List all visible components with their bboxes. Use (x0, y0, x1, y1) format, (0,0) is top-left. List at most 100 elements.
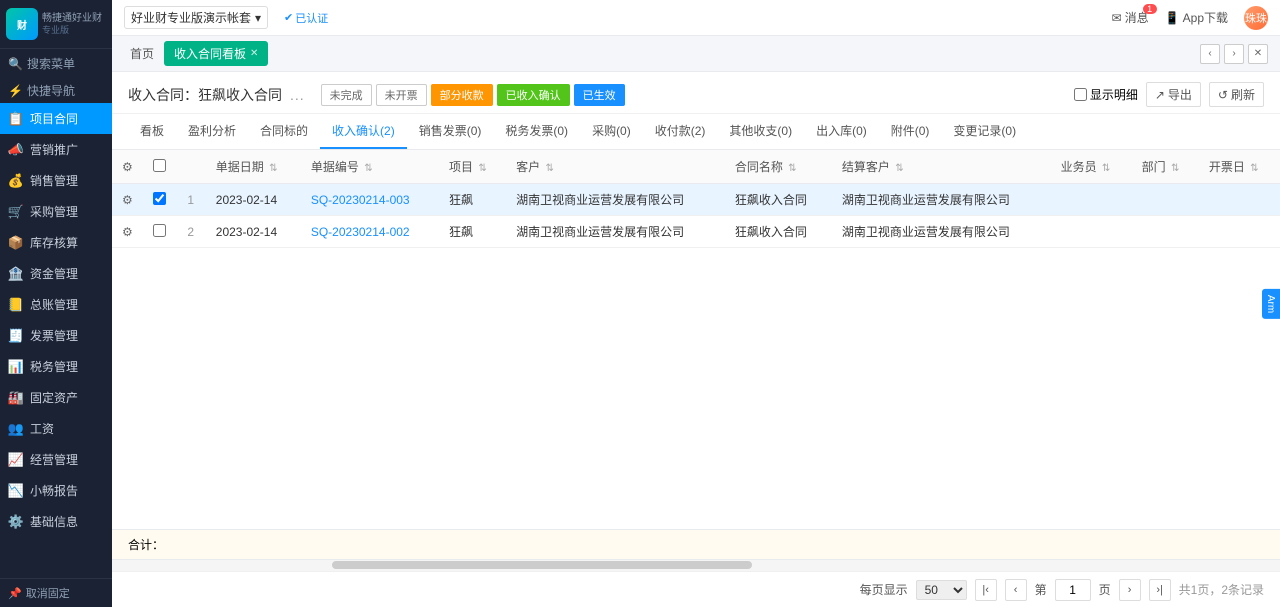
subtab-changes[interactable]: 变更记录(0) (941, 114, 1028, 149)
total-row: 合计： (112, 529, 1280, 559)
subtab-payment[interactable]: 收付款(2) (643, 114, 718, 149)
tabbar: 首页 收入合同看板 ✕ ‹ › ✕ (112, 36, 1280, 72)
chevron-down-icon: ▾ (255, 11, 261, 25)
user-avatar[interactable]: 珠珠 (1244, 6, 1268, 30)
next-page-button[interactable]: › (1119, 579, 1141, 601)
row-customer: 湖南卫视商业运营发展有限公司 (506, 216, 725, 248)
page-header: 收入合同：狂飙收入合同 ... 未完成 未开票 部分收款 已收入确认 已生效 显… (112, 72, 1280, 114)
last-page-button[interactable]: ›| (1149, 579, 1171, 601)
subtab-purchase[interactable]: 采购(0) (580, 114, 643, 149)
per-page-label: 每页显示 (860, 581, 908, 598)
row-settlement: 湖南卫视商业运营发展有限公司 (832, 216, 1051, 248)
subtab-other[interactable]: 其他收支(0) (717, 114, 804, 149)
row-code[interactable]: SQ-20230214-002 (301, 216, 439, 248)
subtab-profit[interactable]: 盈利分析 (176, 114, 248, 149)
right-actions: 显示明细 ↗ 导出 ↺ 刷新 (1074, 82, 1264, 107)
table-row[interactable]: ⚙ 2 2023-02-14 SQ-20230214-002 狂飙 湖南卫视商业… (112, 216, 1280, 248)
subtab-sales-invoice[interactable]: 销售发票(0) (407, 114, 494, 149)
prev-page-button[interactable]: ‹ (1005, 579, 1027, 601)
sidebar-item-tax[interactable]: 📊 税务管理 (0, 351, 112, 382)
show-detail-checkbox[interactable]: 显示明细 (1074, 86, 1138, 103)
sidebar-item-invoice[interactable]: 🧾 发票管理 (0, 320, 112, 351)
sidebar-item-inventory[interactable]: 📦 库存核算 (0, 227, 112, 258)
assets-icon: 🏭 (8, 390, 24, 406)
sidebar-item-project-contract[interactable]: 📋 项目合同 (0, 103, 112, 134)
export-icon: ↗ (1155, 88, 1165, 102)
download-icon: 📱 (1165, 11, 1180, 25)
subtab-kanban[interactable]: 看板 (128, 114, 176, 149)
page-input[interactable] (1055, 579, 1091, 601)
row-project: 狂飙 (439, 184, 506, 216)
row-project: 狂飙 (439, 216, 506, 248)
data-table: ⚙ 单据日期 ⇅ 单据编号 ⇅ 项目 ⇅ 客户 ⇅ 合同名称 ⇅ 结算客户 ⇅ … (112, 150, 1280, 248)
unpin-button[interactable]: 📌 取消固定 (0, 578, 112, 607)
logo-text: 畅捷通好业财 专业版 (42, 12, 102, 37)
horizontal-scrollbar[interactable] (332, 561, 752, 569)
sidebar-item-purchase[interactable]: 🛒 采购管理 (0, 196, 112, 227)
refresh-button[interactable]: ↺ 刷新 (1209, 82, 1264, 107)
subtab-attachments[interactable]: 附件(0) (879, 114, 942, 149)
row-checkbox[interactable] (153, 224, 166, 237)
sidebar-item-general-ledger[interactable]: 📒 总账管理 (0, 289, 112, 320)
active-tab-income-contract[interactable]: 收入合同看板 ✕ (164, 41, 268, 66)
purchase-icon: 🛒 (8, 204, 24, 220)
quick-nav[interactable]: ⚡ 快捷导航 (0, 78, 112, 103)
tab-nav-arrows: ‹ › ✕ (1200, 44, 1268, 64)
home-tab[interactable]: 首页 (124, 45, 160, 62)
close-tab-icon[interactable]: ✕ (250, 48, 258, 59)
row-checkbox-cell[interactable] (143, 216, 176, 248)
sidebar: 财 畅捷通好业财 专业版 🔍 搜索菜单 ⚡ 快捷导航 📋 项目合同 📣 营销推广… (0, 0, 112, 607)
row-checkbox-cell[interactable] (143, 184, 176, 216)
per-page-select[interactable]: 50 20 100 (916, 580, 967, 600)
status-uninvoiced[interactable]: 未开票 (376, 84, 427, 106)
sidebar-item-hr[interactable]: 👥 工资 (0, 413, 112, 444)
row-settings[interactable]: ⚙ (112, 184, 143, 216)
status-partial[interactable]: 部分收款 (431, 84, 493, 106)
tab-prev-button[interactable]: ‹ (1200, 44, 1220, 64)
status-confirmed[interactable]: 已收入确认 (497, 84, 570, 106)
dept-col-header: 部门 ⇅ (1132, 150, 1199, 184)
total-info: 共1页，2条记录 (1179, 581, 1264, 598)
sidebar-item-sales[interactable]: 💰 销售管理 (0, 165, 112, 196)
nav-icon: ⚡ (8, 84, 23, 98)
tab-close-button[interactable]: ✕ (1248, 44, 1268, 64)
row-code[interactable]: SQ-20230214-003 (301, 184, 439, 216)
row-settings[interactable]: ⚙ (112, 216, 143, 248)
sidebar-item-base[interactable]: ⚙️ 基础信息 (0, 506, 112, 537)
settlement-col-header: 结算客户 ⇅ (832, 150, 1051, 184)
message-button[interactable]: ✉ 1 消息 (1112, 9, 1149, 26)
sidebar-item-ops[interactable]: 📈 经营管理 (0, 444, 112, 475)
app-download-button[interactable]: 📱 App下载 (1165, 9, 1228, 26)
main-content: 好业财专业版演示帐套 ▾ ✔ 已认证 ✉ 1 消息 📱 App下载 珠珠 (112, 0, 1280, 607)
first-page-button[interactable]: |‹ (975, 579, 997, 601)
subtab-income-confirm[interactable]: 收入确认(2) (320, 114, 407, 149)
pin-icon: 📌 (8, 587, 22, 600)
sidebar-item-marketing[interactable]: 📣 营销推广 (0, 134, 112, 165)
table-row[interactable]: ⚙ 1 2023-02-14 SQ-20230214-003 狂飙 湖南卫视商业… (112, 184, 1280, 216)
status-active[interactable]: 已生效 (574, 84, 625, 106)
row-code-link[interactable]: SQ-20230214-002 (311, 225, 410, 239)
subtab-warehouse[interactable]: 出入库(0) (804, 114, 879, 149)
sidebar-item-capital[interactable]: 🏦 资金管理 (0, 258, 112, 289)
tax-icon: 📊 (8, 359, 24, 375)
row-opendate (1199, 216, 1280, 248)
search-menu[interactable]: 🔍 搜索菜单 (0, 49, 112, 78)
company-selector[interactable]: 好业财专业版演示帐套 ▾ (124, 6, 268, 29)
detail-checkbox[interactable] (1074, 88, 1087, 101)
status-incomplete[interactable]: 未完成 (321, 84, 372, 106)
more-options-button[interactable]: ... (290, 87, 305, 103)
subtab-contract-items[interactable]: 合同标的 (248, 114, 320, 149)
right-float-button[interactable]: Arm (1262, 288, 1280, 318)
row-checkbox[interactable] (153, 192, 166, 205)
row-number: 1 (176, 184, 206, 216)
export-button[interactable]: ↗ 导出 (1146, 82, 1201, 107)
tab-next-button[interactable]: › (1224, 44, 1244, 64)
row-code-link[interactable]: SQ-20230214-003 (311, 193, 410, 207)
subtab-tax-invoice[interactable]: 税务发票(0) (493, 114, 580, 149)
capital-icon: 🏦 (8, 266, 24, 282)
code-col-header: 单据编号 ⇅ (301, 150, 439, 184)
sidebar-item-reports[interactable]: 📉 小畅报告 (0, 475, 112, 506)
sidebar-item-fixed-assets[interactable]: 🏭 固定资产 (0, 382, 112, 413)
sidebar-logo: 财 畅捷通好业财 专业版 (0, 0, 112, 49)
select-all-checkbox[interactable] (153, 159, 166, 172)
